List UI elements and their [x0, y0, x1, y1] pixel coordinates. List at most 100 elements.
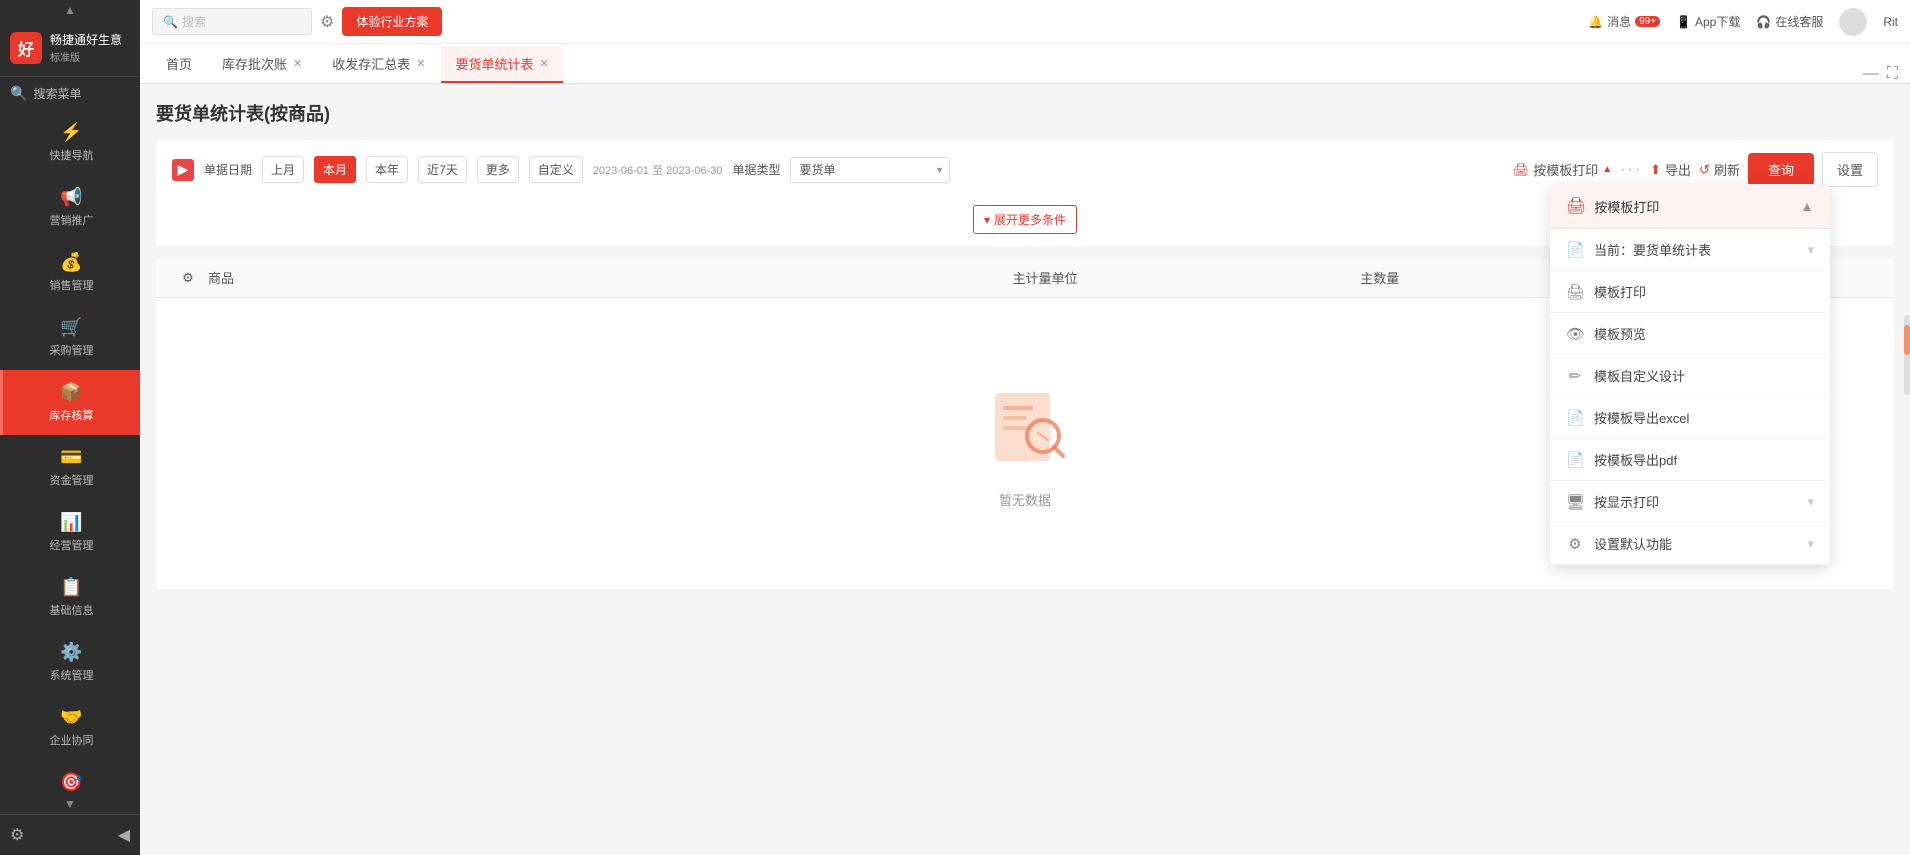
- settings-button[interactable]: 设置: [1822, 152, 1878, 187]
- sidebar-item-label: 库存核算: [50, 407, 94, 423]
- print-dropdown-menu: 🖨 按模板打印 ▲ 📄 当前：要货单统计表 ▾ 🖨 模板打印 👁: [1550, 184, 1830, 565]
- tab-collection-summary-label: 收发存汇总表: [332, 54, 410, 73]
- online-service-item[interactable]: 🎧 在线客服: [1756, 13, 1823, 30]
- current-template-chevron: ▾: [1807, 242, 1814, 258]
- search-icon: 🔍: [10, 85, 27, 102]
- finance-icon: 💳: [60, 447, 82, 468]
- phone-icon: 📱: [1676, 15, 1691, 29]
- system-icon: ⚙️: [60, 642, 82, 663]
- top-bar-search[interactable]: 🔍 搜索: [152, 8, 312, 35]
- sales-icon: 💰: [60, 252, 82, 273]
- dropdown-item-template-preview[interactable]: 👁 模板预览: [1550, 313, 1830, 355]
- sidebar-item-system[interactable]: ⚙️ 系统管理: [0, 630, 140, 695]
- sidebar-item-label: 基础信息: [50, 602, 94, 618]
- sidebar-item-label: 快捷导航: [50, 147, 94, 163]
- filter-expand-button[interactable]: ▶: [172, 159, 194, 181]
- user-avatar[interactable]: [1839, 8, 1867, 36]
- more-options-icon[interactable]: ···: [1620, 161, 1642, 179]
- sidebar-scroll-up[interactable]: ▲: [0, 0, 140, 20]
- date-filter-label: 单据日期: [204, 161, 252, 178]
- expand-more-button[interactable]: ▾ 展开更多条件: [973, 205, 1077, 234]
- doc-type-select-wrap: 要货单: [790, 157, 950, 183]
- set-default-icon: ⚙: [1566, 535, 1584, 553]
- refresh-label: 刷新: [1714, 160, 1740, 179]
- expand-more-label: 展开更多条件: [994, 211, 1066, 228]
- print-button[interactable]: 🖨 按模板打印 ▲: [1513, 160, 1612, 179]
- tab-inventory-batch[interactable]: 库存批次账 ✕: [208, 46, 316, 83]
- date-this-year[interactable]: 本年: [366, 156, 408, 183]
- date-this-month[interactable]: 本月: [314, 156, 356, 183]
- date-custom[interactable]: 自定义: [529, 156, 583, 183]
- sidebar: ▲ 好 畅捷通好生意 标准版 🔍 搜索菜单 ⚡ 快捷导航 📢 营销推广 💰 销售…: [0, 0, 140, 855]
- scroll-thumb: [1904, 325, 1910, 355]
- notifications-item[interactable]: 🔔 消息 99+: [1588, 13, 1660, 30]
- app-download-item[interactable]: 📱 App下载: [1676, 13, 1740, 30]
- dropdown-set-default[interactable]: ⚙ 设置默认功能 ▾: [1550, 523, 1830, 565]
- date-range-display: 2023-06-01 至 2023-06-30: [593, 162, 723, 178]
- date-last-month[interactable]: 上月: [262, 156, 304, 183]
- window-minimize-icon[interactable]: —: [1863, 65, 1879, 83]
- dropdown-display-print[interactable]: 🖥 按显示打印 ▾: [1550, 481, 1830, 523]
- export-icon: ⬆: [1650, 162, 1661, 178]
- sidebar-item-label: 企业协同: [50, 732, 94, 748]
- sidebar-item-purchase[interactable]: 🛒 采购管理: [0, 305, 140, 370]
- app-name: 畅捷通好生意: [50, 32, 122, 49]
- template-print-label: 模板打印: [1594, 282, 1646, 301]
- sidebar-nav: ⚡ 快捷导航 📢 营销推广 💰 销售管理 🛒 采购管理 📦 库存核算 💳 资金管…: [0, 110, 140, 794]
- settings-gear-icon[interactable]: ⚙: [10, 825, 24, 845]
- date-more[interactable]: 更多: [477, 156, 519, 183]
- tab-home-label: 首页: [166, 54, 192, 73]
- sidebar-item-label: 销售管理: [50, 277, 94, 293]
- topbar-gear-icon[interactable]: ⚙: [320, 12, 334, 32]
- sidebar-search[interactable]: 🔍 搜索菜单: [0, 77, 140, 110]
- sidebar-item-quick-nav[interactable]: ⚡ 快捷导航: [0, 110, 140, 175]
- collapse-icon[interactable]: ◀: [118, 825, 130, 845]
- tab-collection-summary-close[interactable]: ✕: [416, 57, 425, 70]
- sidebar-item-operations[interactable]: 📊 经营管理: [0, 500, 140, 565]
- guide-icon: 🎯: [60, 772, 82, 793]
- empty-illustration: [975, 378, 1075, 478]
- topbar-search-placeholder: 搜索: [182, 13, 206, 30]
- table-col-quantity: 主数量: [1212, 268, 1547, 287]
- doc-type-select[interactable]: 要货单: [790, 157, 950, 183]
- print-label: 按模板打印: [1533, 160, 1598, 179]
- tab-bar: 首页 库存批次账 ✕ 收发存汇总表 ✕ 要货单统计表 ✕ — ⛶: [140, 44, 1910, 84]
- dropdown-collapse-icon[interactable]: ▲: [1800, 198, 1814, 214]
- sidebar-item-sales[interactable]: 💰 销售管理: [0, 240, 140, 305]
- dropdown-item-template-excel[interactable]: 📄 按模板导出excel: [1550, 397, 1830, 439]
- sidebar-item-label: 系统管理: [50, 667, 94, 683]
- table-col-unit: 主计量单位: [878, 268, 1213, 287]
- dropdown-item-template-pdf[interactable]: 📄 按模板导出pdf: [1550, 439, 1830, 481]
- table-col-gear[interactable]: ⚙: [168, 270, 208, 286]
- tab-inventory-batch-close[interactable]: ✕: [293, 57, 302, 70]
- tab-home[interactable]: 首页: [152, 46, 206, 83]
- date-last-7-days[interactable]: 近7天: [418, 156, 467, 183]
- sidebar-item-finance[interactable]: 💳 资金管理: [0, 435, 140, 500]
- app-version: 标准版: [50, 49, 122, 64]
- online-service-label: 在线客服: [1775, 13, 1823, 30]
- template-design-icon: ✏: [1566, 367, 1584, 385]
- dropdown-item-template-design[interactable]: ✏ 模板自定义设计: [1550, 355, 1830, 397]
- set-default-chevron: ▾: [1807, 536, 1814, 552]
- current-template-icon: 📄: [1566, 241, 1584, 259]
- dropdown-item-template-print[interactable]: 🖨 模板打印: [1550, 271, 1830, 313]
- export-button[interactable]: ⬆ 导出: [1650, 160, 1691, 179]
- dropdown-current-template[interactable]: 📄 当前：要货单统计表 ▾: [1550, 229, 1830, 271]
- scroll-indicator[interactable]: [1904, 315, 1910, 395]
- sidebar-item-collab[interactable]: 🤝 企业协同: [0, 695, 140, 760]
- refresh-button[interactable]: ↺ 刷新: [1699, 160, 1740, 179]
- tab-collection-summary[interactable]: 收发存汇总表 ✕: [318, 46, 439, 83]
- sidebar-item-inventory[interactable]: 📦 库存核算: [0, 370, 140, 435]
- trial-button[interactable]: 体验行业方案: [342, 7, 442, 36]
- sidebar-item-basic[interactable]: 📋 基础信息: [0, 565, 140, 630]
- tab-order-stats-close[interactable]: ✕: [540, 57, 549, 70]
- main-content: 🔍 搜索 ⚙ 体验行业方案 🔔 消息 99+ 📱 App下载 🎧 在线客服 Ri…: [140, 0, 1910, 855]
- window-expand-icon[interactable]: ⛶: [1887, 65, 1898, 83]
- query-button[interactable]: 查询: [1748, 153, 1814, 186]
- sidebar-scroll-down[interactable]: ▼: [0, 794, 140, 814]
- sidebar-item-guide[interactable]: 🎯 新手引导: [0, 760, 140, 794]
- template-preview-icon: 👁: [1566, 325, 1584, 343]
- tab-order-stats[interactable]: 要货单统计表 ✕: [441, 46, 562, 83]
- sidebar-item-marketing[interactable]: 📢 营销推广: [0, 175, 140, 240]
- filter-row: ▶ 单据日期 上月 本月 本年 近7天 更多 自定义 2023-06-01 至 …: [172, 152, 1878, 187]
